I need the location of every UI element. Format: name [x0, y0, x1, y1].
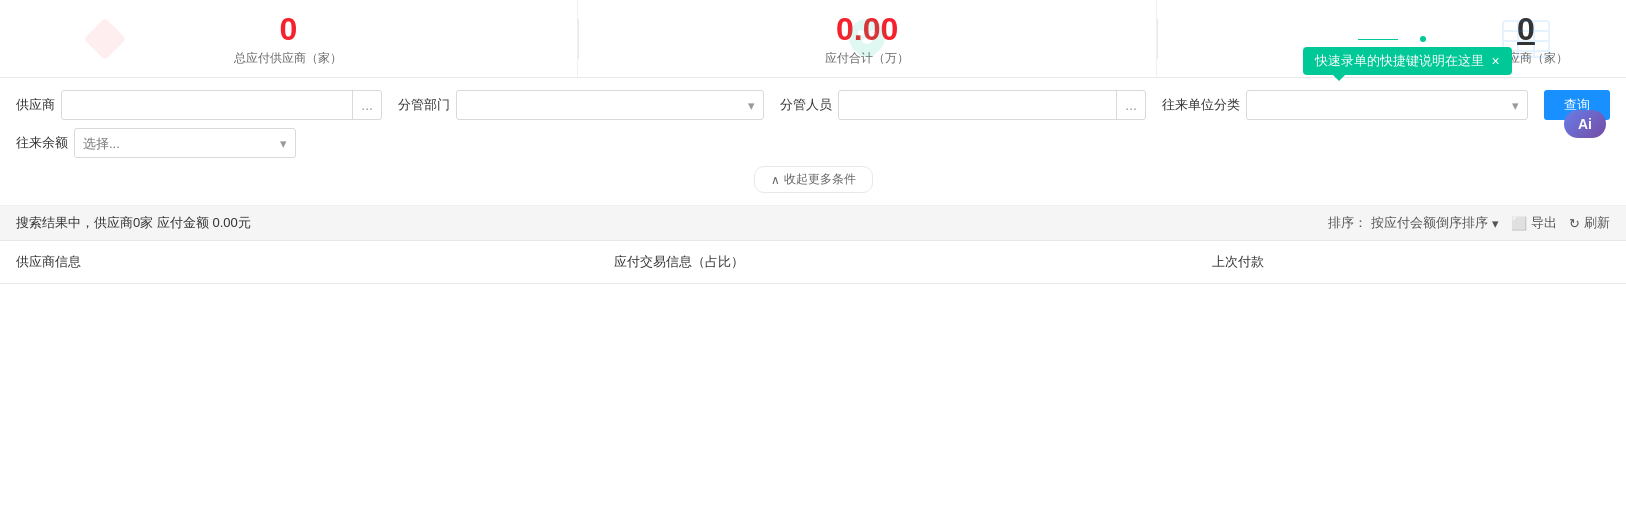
- supplier-dots-button[interactable]: ...: [352, 91, 381, 119]
- filter-dept: 分管部门 ▾: [398, 90, 764, 120]
- pig-icon: [837, 9, 897, 69]
- summary-item-payable-total: 0.00 应付合计（万）: [579, 0, 1157, 77]
- refresh-label: 刷新: [1584, 214, 1610, 232]
- col-header-lastpay: 上次付款: [1212, 253, 1611, 271]
- person-dots-button[interactable]: ...: [1116, 91, 1145, 119]
- export-icon: ⬜: [1511, 216, 1527, 231]
- refresh-icon: ↻: [1569, 216, 1580, 231]
- sort-selector[interactable]: 排序： 按应付会额倒序排序 ▾: [1328, 214, 1499, 232]
- result-bar: 搜索结果中，供应商0家 应付金额 0.00元 排序： 按应付会额倒序排序 ▾ ⬜…: [0, 206, 1626, 241]
- balance-dropdown-arrow[interactable]: ▾: [272, 136, 295, 151]
- tooltip-close-button[interactable]: ×: [1492, 54, 1500, 68]
- payable-suppliers-label: 总应付供应商（家）: [234, 50, 342, 67]
- summary-bar: 0 总应付供应商（家） 0.00 应付合计（万） 快速录单的快捷键说明在这里 ×: [0, 0, 1626, 78]
- dept-select-wrapper: ▾: [456, 90, 764, 120]
- filter-row-2: 往来余额 ▾: [16, 128, 1610, 158]
- balance-select-wrapper: ▾: [74, 128, 296, 158]
- filter-row-1: 供应商 ... 分管部门 ▾ 分管人员 ...: [16, 90, 1610, 120]
- person-input-wrapper: ...: [838, 90, 1146, 120]
- collapse-label: 收起更多条件: [784, 171, 856, 188]
- supplier-input-wrapper: ...: [61, 90, 382, 120]
- supplier-label: 供应商: [16, 96, 55, 114]
- table-header: 供应商信息 应付交易信息（占比） 上次付款: [0, 241, 1626, 284]
- collapse-row: ∧ 收起更多条件: [16, 166, 1610, 193]
- table-body: [0, 284, 1626, 515]
- person-label: 分管人员: [780, 96, 832, 114]
- supplier-input[interactable]: [62, 93, 352, 118]
- svg-point-3: [858, 30, 864, 36]
- sort-arrow-icon: ▾: [1492, 216, 1499, 231]
- col-header-supplier: 供应商信息: [16, 253, 614, 271]
- sort-value: 按应付会额倒序排序: [1371, 214, 1488, 232]
- unit-label: 往来单位分类: [1162, 96, 1240, 114]
- svg-point-5: [862, 38, 872, 44]
- dept-label: 分管部门: [398, 96, 450, 114]
- svg-point-2: [857, 45, 877, 57]
- tooltip-line: [1358, 39, 1398, 40]
- filter-balance: 往来余额 ▾: [16, 128, 296, 158]
- summary-item-payable-suppliers: 0 总应付供应商（家）: [0, 0, 578, 77]
- dept-input[interactable]: [457, 93, 740, 118]
- svg-point-4: [870, 30, 876, 36]
- balance-label: 往来余额: [16, 134, 68, 152]
- col-header-payable: 应付交易信息（占比）: [614, 253, 1212, 271]
- ai-badge-button[interactable]: Ai: [1564, 110, 1606, 138]
- result-actions: 排序： 按应付会额倒序排序 ▾ ⬜ 导出 ↻ 刷新: [1328, 214, 1610, 232]
- dept-dropdown-arrow[interactable]: ▾: [740, 98, 763, 113]
- unit-select-wrapper: ▾: [1246, 90, 1528, 120]
- result-info-text: 搜索结果中，供应商0家 应付金额 0.00元: [16, 214, 251, 232]
- sort-label: 排序：: [1328, 214, 1367, 232]
- filter-supplier: 供应商 ...: [16, 90, 382, 120]
- filter-bar: 供应商 ... 分管部门 ▾ 分管人员 ...: [0, 78, 1626, 206]
- diamond-icon: [80, 14, 130, 64]
- tooltip-text: 快速录单的快捷键说明在这里: [1315, 52, 1484, 70]
- tooltip-bubble: 快速录单的快捷键说明在这里 ×: [1303, 47, 1512, 75]
- divider-2: [1157, 19, 1158, 59]
- export-button[interactable]: ⬜ 导出: [1511, 214, 1557, 232]
- balance-input[interactable]: [75, 131, 272, 156]
- unit-input[interactable]: [1247, 93, 1504, 118]
- filter-unit: 往来单位分类 ▾: [1162, 90, 1528, 120]
- person-input[interactable]: [839, 93, 1116, 118]
- collapse-up-icon: ∧: [771, 173, 780, 187]
- filter-person: 分管人员 ...: [780, 90, 1146, 120]
- svg-rect-0: [84, 17, 126, 59]
- payable-suppliers-count: 0: [280, 10, 298, 48]
- export-label: 导出: [1531, 214, 1557, 232]
- collapse-button[interactable]: ∧ 收起更多条件: [754, 166, 873, 193]
- unit-dropdown-arrow[interactable]: ▾: [1504, 98, 1527, 113]
- refresh-button[interactable]: ↻ 刷新: [1569, 214, 1610, 232]
